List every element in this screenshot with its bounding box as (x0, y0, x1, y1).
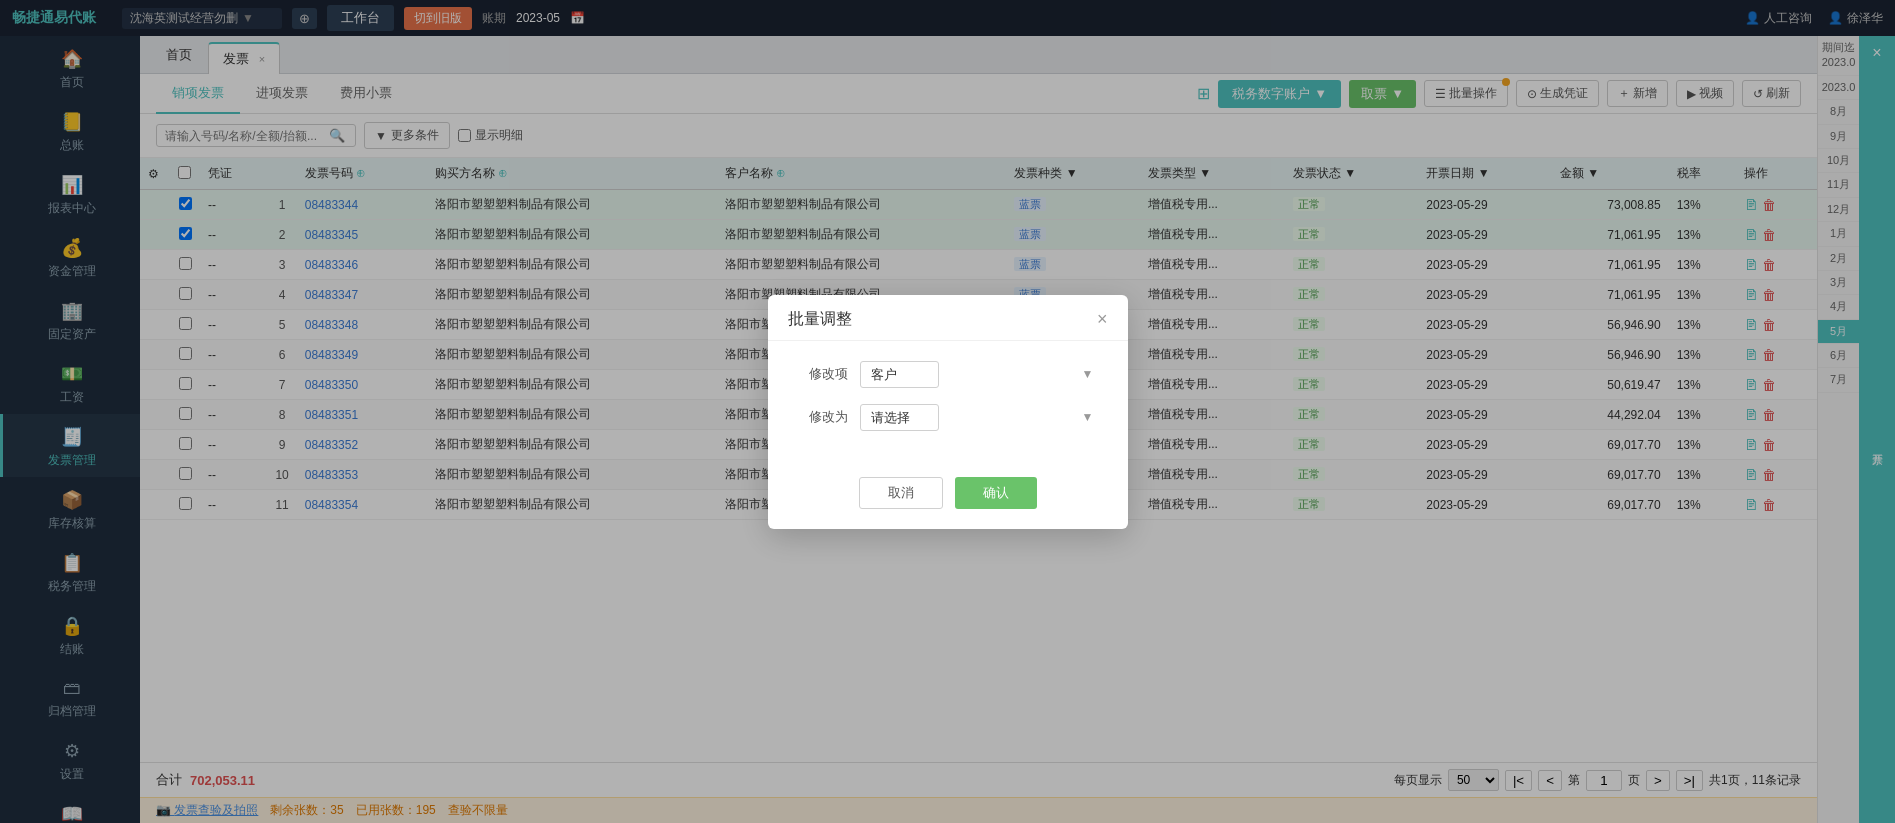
modal-overlay: 批量调整 × 修改项 客户 购买方 ▼ 修改为 请选择 (0, 0, 1895, 823)
modal-confirm-btn[interactable]: 确认 (955, 477, 1037, 509)
field-select-arrow: ▼ (1082, 367, 1094, 381)
modify-field-select[interactable]: 客户 购买方 (860, 361, 939, 388)
modal-footer: 取消 确认 (768, 467, 1128, 529)
modal-body: 修改项 客户 购买方 ▼ 修改为 请选择 ▼ (768, 341, 1128, 467)
modal-header: 批量调整 × (768, 295, 1128, 341)
modal-close-btn[interactable]: × (1097, 309, 1108, 330)
modify-field-select-wrap: 客户 购买方 ▼ (860, 361, 1104, 388)
modify-value-label: 修改为 (792, 408, 848, 426)
value-select-arrow: ▼ (1082, 410, 1094, 424)
modify-field-label: 修改项 (792, 365, 848, 383)
modify-value-select[interactable]: 请选择 (860, 404, 939, 431)
modify-field-row: 修改项 客户 购买方 ▼ (792, 361, 1104, 388)
modify-value-row: 修改为 请选择 ▼ (792, 404, 1104, 431)
modal-title: 批量调整 (788, 309, 852, 330)
modal-cancel-btn[interactable]: 取消 (859, 477, 943, 509)
batch-adjust-modal: 批量调整 × 修改项 客户 购买方 ▼ 修改为 请选择 (768, 295, 1128, 529)
modify-value-select-wrap: 请选择 ▼ (860, 404, 1104, 431)
